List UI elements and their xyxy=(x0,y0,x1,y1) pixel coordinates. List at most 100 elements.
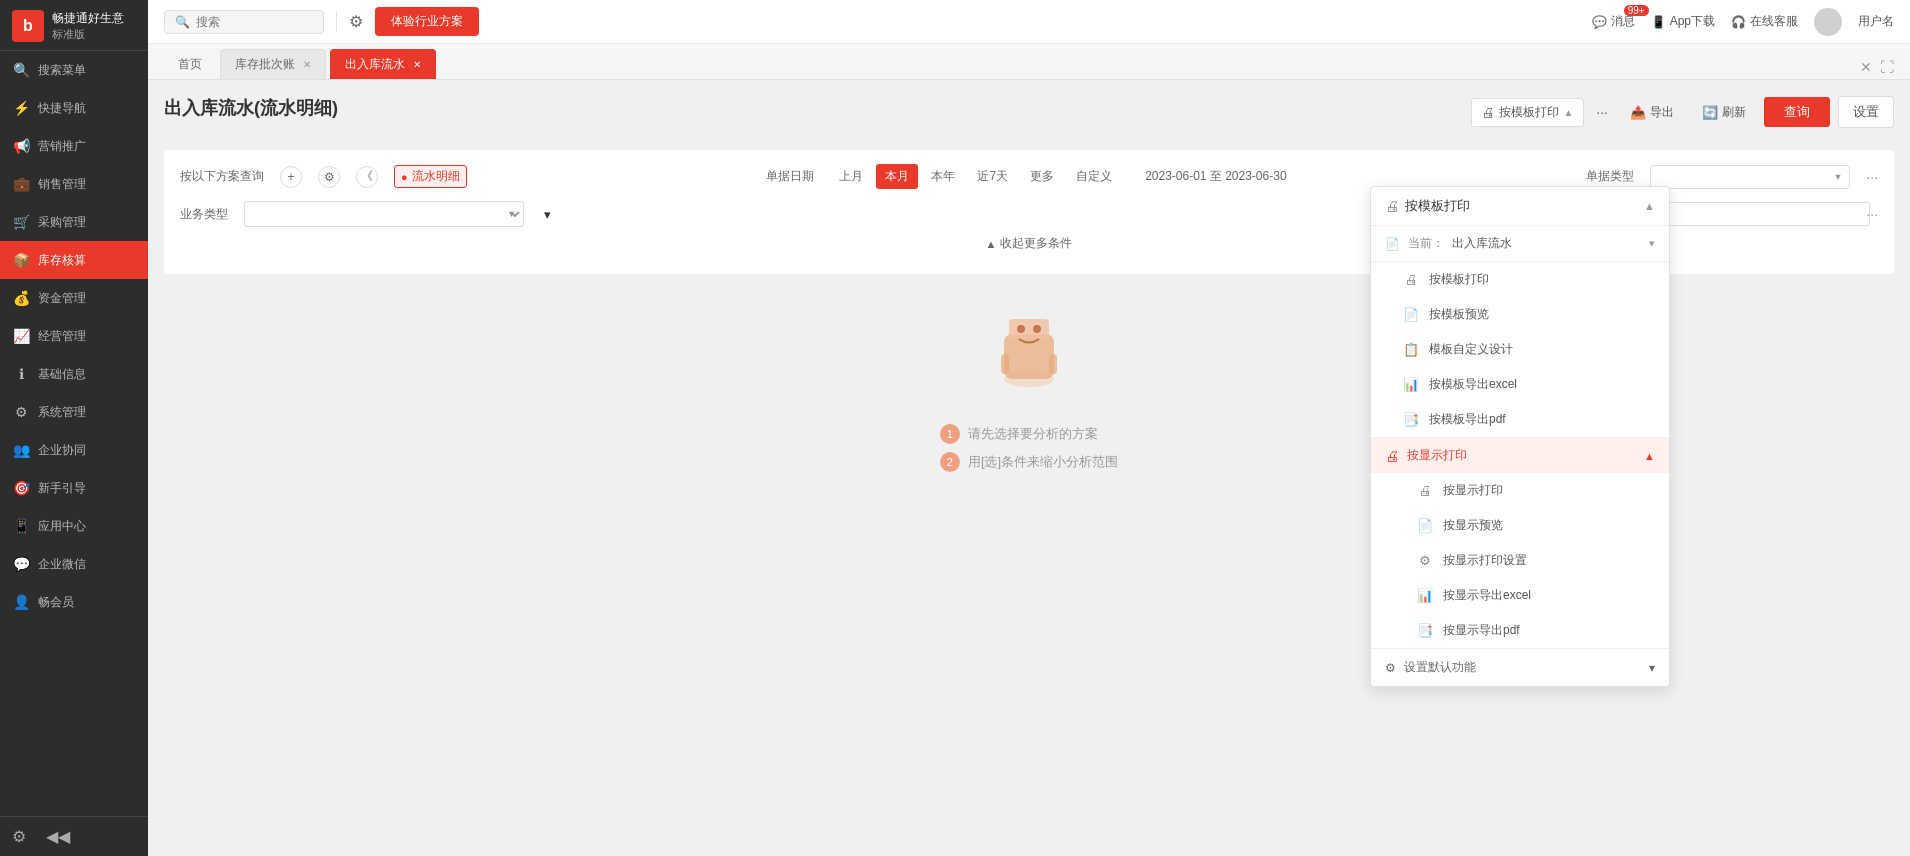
dropdown-item-template-design[interactable]: 📋 模板自定义设计 xyxy=(1371,332,1669,367)
current-item-arrow[interactable]: ▾ xyxy=(1649,237,1655,250)
warehouse-more-icon[interactable]: ··· xyxy=(1866,206,1878,222)
display-section-header[interactable]: 🖨 按显示打印 ▲ xyxy=(1371,438,1669,473)
doc-type-label: 单据类型 xyxy=(1586,168,1634,185)
sidebar-logo: b 畅捷通好生意 标准版 xyxy=(0,0,148,51)
date-filter: 上月 本月 本年 近7天 更多 自定义 xyxy=(830,164,1121,189)
date-range: 2023-06-01 至 2023-06-30 xyxy=(1145,168,1286,185)
date-btn-thisyear[interactable]: 本年 xyxy=(922,164,964,189)
display-print-icon: 🖨 xyxy=(1385,448,1399,464)
dropdown-item-template-excel[interactable]: 📊 按模板导出excel xyxy=(1371,367,1669,402)
sidebar-item-newbie[interactable]: 🎯 新手引导 xyxy=(0,469,148,507)
dropdown-footer[interactable]: ⚙ 设置默认功能 ▾ xyxy=(1371,648,1669,686)
username-text: 用户名 xyxy=(1858,13,1894,30)
dropdown-item-display-settings[interactable]: ⚙ 按显示打印设置 xyxy=(1371,543,1669,578)
sidebar-item-collaboration[interactable]: 👥 企业协同 xyxy=(0,431,148,469)
filter-tag-flow: ● 流水明细 xyxy=(394,165,467,188)
export-button[interactable]: 📤 导出 xyxy=(1620,99,1684,126)
dropdown-item-template-print[interactable]: 🖨 按模板打印 xyxy=(1371,262,1669,297)
footer-label: 设置默认功能 xyxy=(1404,659,1476,676)
tab-close-flow[interactable]: ✕ xyxy=(413,59,421,70)
display-section-title: 🖨 按显示打印 xyxy=(1385,447,1467,464)
sidebar-item-purchase[interactable]: 🛒 采购管理 xyxy=(0,203,148,241)
megaphone-icon: 📢 xyxy=(12,137,30,155)
window-minimize-icon[interactable]: ✕ xyxy=(1860,59,1872,75)
briefcase-icon: 💼 xyxy=(12,175,30,193)
box-icon: 📦 xyxy=(12,251,30,269)
mobile-icon: 📱 xyxy=(12,517,30,535)
biz-type-select[interactable] xyxy=(244,201,524,227)
header-search-input[interactable] xyxy=(196,15,296,29)
sidebar-item-search[interactable]: 🔍 搜索菜单 xyxy=(0,51,148,89)
window-maximize-icon[interactable]: ⛶ xyxy=(1880,59,1894,75)
dropdown-item-display-pdf[interactable]: 📑 按显示导出pdf xyxy=(1371,613,1669,648)
dropdown-collapse-icon[interactable]: ▲ xyxy=(1644,200,1655,212)
tab-home[interactable]: 首页 xyxy=(164,50,216,79)
header-search-box[interactable]: 🔍 xyxy=(164,10,324,34)
date-btn-more[interactable]: 更多 xyxy=(1021,164,1063,189)
download-icon: 📱 xyxy=(1651,15,1666,29)
preview-icon-1: 📄 xyxy=(1403,307,1419,323)
sidebar-item-marketing[interactable]: 📢 营销推广 xyxy=(0,127,148,165)
doc-type-select[interactable] xyxy=(1650,165,1850,189)
svg-rect-6 xyxy=(1049,354,1057,374)
pdf-icon-1: 📑 xyxy=(1403,412,1419,428)
collapse-label: 收起更多条件 xyxy=(1000,235,1072,252)
date-btn-7days[interactable]: 近7天 xyxy=(968,164,1017,189)
tab-inventory-batch[interactable]: 库存批次账 ✕ xyxy=(220,49,326,79)
filter-settings-btn[interactable]: ⚙ xyxy=(318,166,340,188)
refresh-icon: 🔄 xyxy=(1702,105,1718,120)
action-bar: 🖨 按模板打印 ▲ ··· 📤 导出 🔄 刷新 查询 设置 xyxy=(1471,96,1894,128)
dropdown-item-display-print[interactable]: 🖨 按显示打印 xyxy=(1371,473,1669,508)
member-icon: 👤 xyxy=(12,593,30,611)
trial-button[interactable]: 体验行业方案 xyxy=(375,7,479,36)
header-actions: 💬 消息 99+ 📱 App下载 🎧 在线客服 用户名 xyxy=(1592,8,1894,36)
svg-rect-1 xyxy=(1004,334,1054,379)
sidebar-item-appcenter[interactable]: 📱 应用中心 xyxy=(0,507,148,545)
tag-label: 流水明细 xyxy=(412,168,460,185)
dropdown-item-template-pdf[interactable]: 📑 按模板导出pdf xyxy=(1371,402,1669,437)
dropdown-item-display-excel[interactable]: 📊 按显示导出excel xyxy=(1371,578,1669,613)
message-action[interactable]: 💬 消息 99+ xyxy=(1592,13,1635,30)
settings-bottom-icon[interactable]: ⚙ xyxy=(12,827,26,846)
filter-add-btn[interactable]: + xyxy=(280,166,302,188)
sidebar-nav: 🔍 搜索菜单 ⚡ 快捷导航 📢 营销推广 💼 销售管理 🛒 采购管理 📦 xyxy=(0,51,148,816)
date-btn-thismonth[interactable]: 本月 xyxy=(876,164,918,189)
sidebar-item-basics[interactable]: ℹ 基础信息 xyxy=(0,355,148,393)
more-dots[interactable]: ··· xyxy=(1592,100,1612,124)
doc-type-select-wrapper xyxy=(1650,165,1850,189)
query-button[interactable]: 查询 xyxy=(1764,97,1830,127)
empty-tip-2: 2 用[选]条件来缩小分析范围 xyxy=(940,452,1118,472)
template-print-button[interactable]: 🖨 按模板打印 ▲ xyxy=(1471,98,1584,127)
current-item-label: 当前： xyxy=(1408,235,1444,252)
empty-tips: 1 请先选择要分析的方案 2 用[选]条件来缩小分析范围 xyxy=(940,424,1118,472)
dropdown-print-icon: 🖨 xyxy=(1385,198,1399,214)
template-print-label: 按模板打印 xyxy=(1499,104,1559,121)
sidebar-item-member[interactable]: 👤 畅会员 xyxy=(0,583,148,621)
tag-icon: ● xyxy=(401,171,408,183)
filter-collapse-btn[interactable]: 《 xyxy=(356,166,378,188)
app-download-action[interactable]: 📱 App下载 xyxy=(1651,13,1715,30)
collapse-sidebar-icon[interactable]: ◀◀ xyxy=(46,827,70,846)
doc-type-more-icon[interactable]: ··· xyxy=(1866,169,1878,185)
current-item-value: 出入库流水 xyxy=(1452,235,1512,252)
sidebar-item-inventory[interactable]: 📦 库存核算 xyxy=(0,241,148,279)
dropdown-current-item[interactable]: 📄 当前： 出入库流水 ▾ xyxy=(1371,226,1669,261)
header-settings-icon[interactable]: ⚙ xyxy=(349,12,363,31)
user-avatar[interactable] xyxy=(1814,8,1842,36)
empty-svg xyxy=(979,304,1079,404)
sidebar-item-system[interactable]: ⚙ 系统管理 xyxy=(0,393,148,431)
online-service-action[interactable]: 🎧 在线客服 xyxy=(1731,13,1798,30)
sidebar-item-finance[interactable]: 💰 资金管理 xyxy=(0,279,148,317)
tab-close-inventory[interactable]: ✕ xyxy=(303,59,311,70)
tab-stock-flow[interactable]: 出入库流水 ✕ xyxy=(330,49,436,79)
date-btn-custom[interactable]: 自定义 xyxy=(1067,164,1121,189)
dropdown-item-template-preview[interactable]: 📄 按模板预览 xyxy=(1371,297,1669,332)
sidebar-item-operations[interactable]: 📈 经营管理 xyxy=(0,317,148,355)
dropdown-item-display-preview[interactable]: 📄 按显示预览 xyxy=(1371,508,1669,543)
sidebar-item-wechat[interactable]: 💬 企业微信 xyxy=(0,545,148,583)
settings-button[interactable]: 设置 xyxy=(1838,96,1894,128)
sidebar-item-sales[interactable]: 💼 销售管理 xyxy=(0,165,148,203)
date-btn-lastmonth[interactable]: 上月 xyxy=(830,164,872,189)
refresh-button[interactable]: 🔄 刷新 xyxy=(1692,99,1756,126)
sidebar-item-quicknav[interactable]: ⚡ 快捷导航 xyxy=(0,89,148,127)
